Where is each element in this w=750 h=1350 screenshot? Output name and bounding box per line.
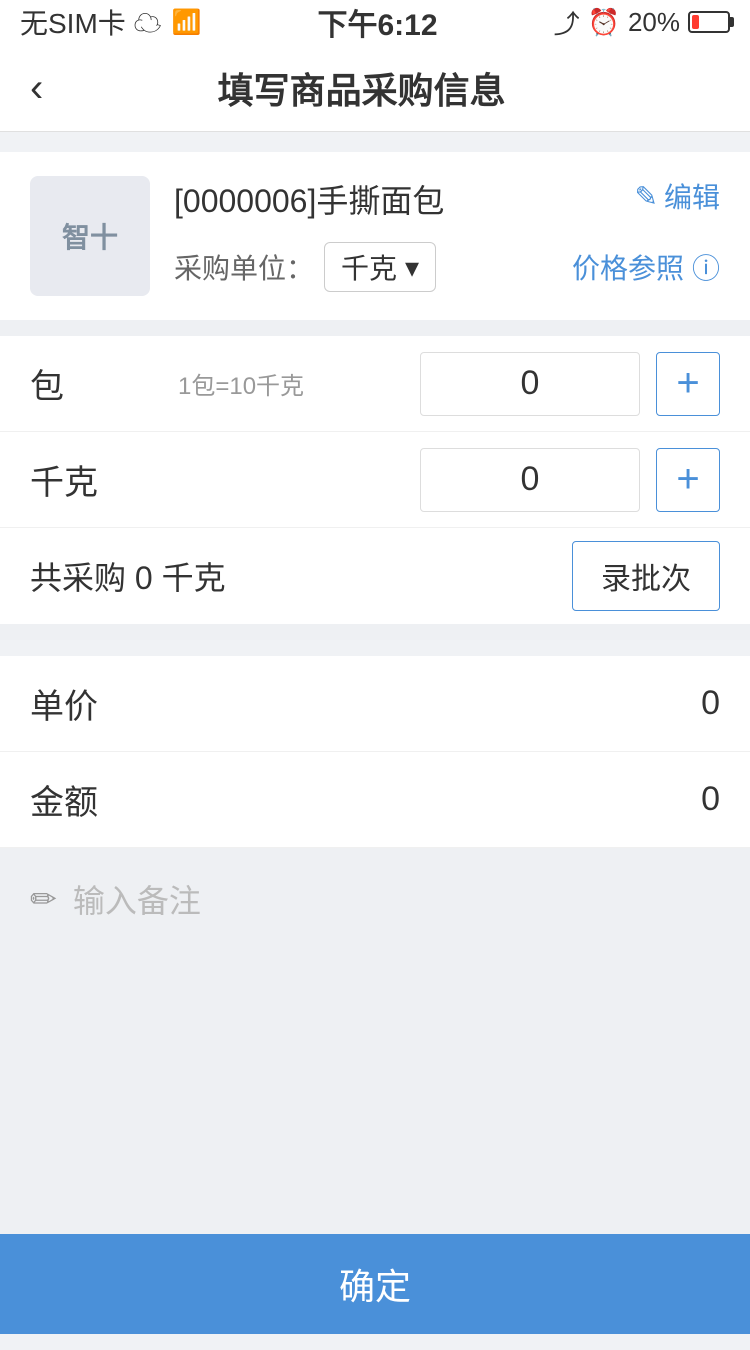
section-divider-2 xyxy=(0,624,750,640)
page-title: 填写商品采购信息 xyxy=(63,62,660,114)
price-section: 单价 0 金额 0 xyxy=(0,656,750,848)
product-logo-text: 智十 xyxy=(62,216,118,256)
input-section: 包 1包=10千克 + 千克 + xyxy=(0,336,750,528)
bag-input-row: 包 1包=10千克 + xyxy=(0,336,750,432)
product-header: [0000006]手撕面包 ✎ 编辑 xyxy=(174,176,720,222)
wifi-icon: 📶 xyxy=(172,8,202,37)
product-image: 智十 xyxy=(30,176,150,296)
unit-price-label: 单价 xyxy=(30,679,170,728)
amount-row: 金额 0 xyxy=(0,752,750,848)
pencil-icon: ✏ xyxy=(30,880,57,918)
confirm-button[interactable]: 确定 xyxy=(0,1234,750,1334)
amount-label: 金额 xyxy=(30,775,170,824)
kg-plus-button[interactable]: + xyxy=(656,448,720,512)
edit-label: 编辑 xyxy=(664,176,720,216)
amount-value: 0 xyxy=(701,780,720,819)
unit-value: 千克 xyxy=(341,247,397,287)
product-unit-row: 采购单位： 千克 ▾ 价格参照 ⓘ xyxy=(174,242,720,292)
edit-icon: ✎ xyxy=(635,180,658,213)
product-info: [0000006]手撕面包 ✎ 编辑 采购单位： 千克 ▾ 价格参照 ⓘ xyxy=(174,176,720,292)
alarm-icon: ⏰ xyxy=(588,7,620,38)
back-button[interactable]: ‹ xyxy=(30,68,43,108)
status-left: 无SIM卡 ☁ 📶 xyxy=(20,2,201,42)
status-right: ⤴ ⏰ 20% xyxy=(554,4,730,41)
bottom-spacer xyxy=(0,950,750,1250)
status-bar: 无SIM卡 ☁ 📶 下午6:12 ⤴ ⏰ 20% xyxy=(0,0,750,44)
total-label: 共采购 0 千克 xyxy=(30,553,226,599)
notes-section[interactable]: ✏ 输入备注 xyxy=(0,848,750,950)
battery-icon xyxy=(688,11,730,33)
battery-percent: 20% xyxy=(628,7,680,38)
status-time: 下午6:12 xyxy=(317,0,437,44)
section-divider-1 xyxy=(0,320,750,336)
bag-plus-button[interactable]: + xyxy=(656,352,720,416)
notes-placeholder: 输入备注 xyxy=(73,876,201,922)
price-ref-label: 价格参照 xyxy=(572,247,684,287)
product-card: 智十 [0000006]手撕面包 ✎ 编辑 采购单位： 千克 ▾ xyxy=(0,152,750,320)
bag-sub-label: 1包=10千克 xyxy=(178,366,304,401)
product-name: [0000006]手撕面包 xyxy=(174,176,444,222)
kg-label: 千克 xyxy=(30,455,170,504)
total-row: 共采购 0 千克 录批次 xyxy=(0,528,750,624)
bag-label: 包 xyxy=(30,359,170,408)
unit-select[interactable]: 千克 ▾ xyxy=(324,242,436,292)
unit-label: 采购单位： xyxy=(174,247,314,287)
kg-quantity-input[interactable] xyxy=(420,448,640,512)
price-reference-button[interactable]: 价格参照 ⓘ xyxy=(572,247,720,287)
batch-button[interactable]: 录批次 xyxy=(572,541,720,611)
nav-bar: ‹ 填写商品采购信息 xyxy=(0,44,750,132)
help-icon: ⓘ xyxy=(692,247,720,287)
dropdown-arrow-icon: ▾ xyxy=(405,251,419,284)
bag-quantity-input[interactable] xyxy=(420,352,640,416)
kg-input-row: 千克 + xyxy=(0,432,750,528)
sim-status: 无SIM卡 ☁ xyxy=(20,2,162,42)
edit-button[interactable]: ✎ 编辑 xyxy=(635,176,720,216)
location-icon: ⤴ xyxy=(554,4,580,41)
unit-price-row: 单价 0 xyxy=(0,656,750,752)
unit-price-value: 0 xyxy=(701,684,720,723)
